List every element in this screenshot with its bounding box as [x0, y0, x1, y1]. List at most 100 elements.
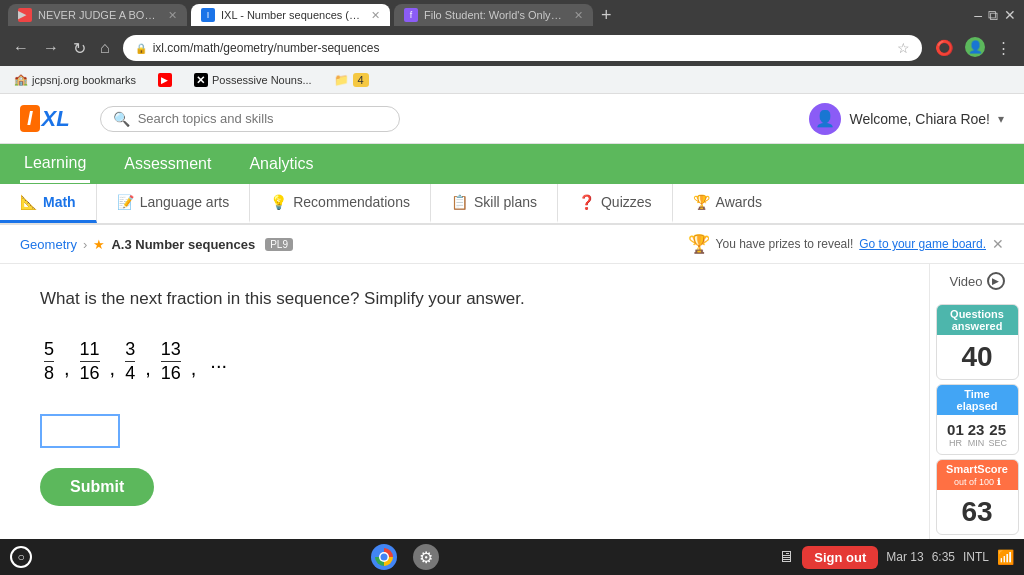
tab-icon-2: I [201, 8, 215, 22]
comma-1: , [64, 357, 70, 384]
bookmark-icon-jcpsnj: 🏫 [14, 73, 28, 86]
tab-skill-plans[interactable]: 📋 Skill plans [431, 184, 558, 223]
taskbar-right: 🖥 Sign out Mar 13 6:35 INTL 📶 [778, 546, 1014, 569]
bookmark-youtube[interactable]: ▶ [152, 71, 178, 89]
monitor-icon[interactable]: 🖥 [778, 548, 794, 566]
star-bookmark-icon[interactable]: ☆ [897, 40, 910, 56]
awards-icon: 🏆 [693, 194, 710, 210]
breadcrumb-star[interactable]: ★ [93, 237, 105, 252]
taskbar-time: 6:35 [932, 550, 955, 564]
browser-tab-3[interactable]: f Filo Student: World's Only Live In... … [394, 4, 593, 26]
settings-taskbar-icon[interactable]: ⚙ [413, 544, 439, 570]
nav-assessment[interactable]: Assessment [120, 147, 215, 181]
breadcrumb-current: A.3 Number sequences [111, 237, 255, 252]
prize-text: You have prizes to reveal! [716, 237, 854, 251]
minutes-display: 23 MIN [968, 421, 985, 448]
prize-notice: 🏆 You have prizes to reveal! Go to your … [688, 233, 1004, 255]
tab-awards[interactable]: 🏆 Awards [673, 184, 782, 223]
tab-close-3[interactable]: ✕ [574, 9, 583, 22]
new-tab-button[interactable]: + [597, 5, 616, 26]
search-bar: 🔍 [100, 106, 780, 132]
bookmark-possessive-nouns[interactable]: ✕ Possessive Nouns... [188, 71, 318, 89]
profile-icon[interactable]: 👤 [965, 37, 985, 57]
reload-button[interactable]: ↻ [68, 37, 91, 60]
fraction-3-num: 3 [125, 339, 135, 362]
home-button[interactable]: ⌂ [95, 37, 115, 60]
language-arts-icon: 📝 [117, 194, 134, 210]
avatar[interactable]: 👤 [809, 103, 841, 135]
tab-label-3: Filo Student: World's Only Live In... [424, 9, 564, 21]
close-window-button[interactable]: ✕ [1004, 7, 1016, 23]
tab-language-arts[interactable]: 📝 Language arts [97, 184, 251, 223]
tab-recommendations[interactable]: 💡 Recommendations [250, 184, 431, 223]
answer-input[interactable] [40, 414, 120, 448]
bookmark-folder[interactable]: 📁 4 [328, 71, 375, 89]
ixl-nav: Learning Assessment Analytics [0, 144, 1024, 184]
sequence-display: 5 8 , 11 16 , 3 4 , 13 16 , [40, 339, 889, 384]
address-bar-row: ← → ↻ ⌂ 🔒 ixl.com/math/geometry/number-s… [0, 30, 1024, 66]
breadcrumb-bar: Geometry › ★ A.3 Number sequences PL9 🏆 … [0, 225, 1024, 264]
chrome-taskbar-icon[interactable] [371, 544, 397, 570]
prize-close-icon[interactable]: ✕ [992, 236, 1004, 252]
browser-tab-1[interactable]: ▶ NEVER JUDGE A BOOK BY ITS... ✕ [8, 4, 187, 26]
menu-icon[interactable]: ⋮ [991, 37, 1016, 59]
prize-link[interactable]: Go to your game board. [859, 237, 986, 251]
taskbar-circle-button[interactable]: ○ [10, 546, 32, 568]
back-button[interactable]: ← [8, 37, 34, 60]
video-button[interactable]: Video ▶ [949, 272, 1004, 290]
taskbar-left: ○ [10, 546, 32, 568]
ellipsis: ... [210, 350, 227, 373]
breadcrumb-parent[interactable]: Geometry [20, 237, 77, 252]
locale-label: INTL [963, 550, 989, 564]
user-dropdown-arrow[interactable]: ▾ [998, 112, 1004, 126]
bookmarks-bar: 🏫 jcpsnj.org bookmarks ▶ ✕ Possessive No… [0, 66, 1024, 94]
address-text: ixl.com/math/geometry/number-sequences [153, 41, 891, 55]
tab-math[interactable]: 📐 Math [0, 184, 97, 223]
stats-sidebar: Video ▶ Questions answered 40 Time elaps… [929, 264, 1024, 575]
taskbar-center: ⚙ [42, 544, 768, 570]
x-icon: ✕ [194, 73, 208, 87]
smart-score-box: SmartScore out of 100 ℹ 63 [936, 459, 1019, 535]
video-text: Video [949, 274, 982, 289]
search-input-wrap[interactable]: 🔍 [100, 106, 400, 132]
tab-quizzes[interactable]: ❓ Quizzes [558, 184, 673, 223]
browser-actions: ⭕ 👤 ⋮ [930, 37, 1016, 59]
question-area: What is the next fraction in this sequen… [0, 264, 929, 575]
bookmark-label-jcpsnj: jcpsnj.org bookmarks [32, 74, 136, 86]
extensions-icon[interactable]: ⭕ [930, 37, 959, 59]
nav-learning[interactable]: Learning [20, 146, 90, 183]
tab-close-2[interactable]: ✕ [371, 9, 380, 22]
ixl-logo[interactable]: I XL [20, 105, 70, 132]
tab-close-1[interactable]: ✕ [168, 9, 177, 22]
comma-4: , [191, 357, 197, 384]
taskbar-date: Mar 13 [886, 550, 923, 564]
questions-answered-label: Questions answered [937, 305, 1018, 335]
sign-out-button[interactable]: Sign out [802, 546, 878, 569]
address-bar[interactable]: 🔒 ixl.com/math/geometry/number-sequences… [123, 35, 922, 61]
breadcrumb-sep: › [83, 237, 87, 252]
minutes-label: MIN [968, 438, 985, 448]
seconds-display: 25 SEC [988, 421, 1007, 448]
play-icon: ▶ [987, 272, 1005, 290]
browser-chrome: ▶ NEVER JUDGE A BOOK BY ITS... ✕ I IXL -… [0, 0, 1024, 30]
bookmark-jcpsnj[interactable]: 🏫 jcpsnj.org bookmarks [8, 71, 142, 88]
tab-language-arts-label: Language arts [140, 194, 230, 210]
tab-awards-label: Awards [716, 194, 762, 210]
restore-button[interactable]: ⧉ [988, 7, 998, 24]
submit-button[interactable]: Submit [40, 468, 154, 506]
fraction-4-den: 16 [161, 362, 181, 384]
search-icon: 🔍 [113, 111, 130, 127]
breadcrumb-badge: PL9 [265, 238, 293, 251]
browser-tab-2[interactable]: I IXL - Number sequences (Geom... ✕ [191, 4, 390, 26]
breadcrumb: Geometry › ★ A.3 Number sequences PL9 [20, 237, 293, 252]
nav-analytics[interactable]: Analytics [245, 147, 317, 181]
prize-trophy-icon: 🏆 [688, 233, 710, 255]
forward-button[interactable]: → [38, 37, 64, 60]
tab-quizzes-label: Quizzes [601, 194, 652, 210]
smart-score-value: 63 [937, 490, 1018, 534]
fraction-2-den: 16 [80, 362, 100, 384]
info-icon[interactable]: ℹ [997, 477, 1000, 487]
minimize-button[interactable]: – [974, 7, 982, 23]
search-input[interactable] [138, 111, 387, 126]
fraction-3: 3 4 [125, 339, 135, 384]
